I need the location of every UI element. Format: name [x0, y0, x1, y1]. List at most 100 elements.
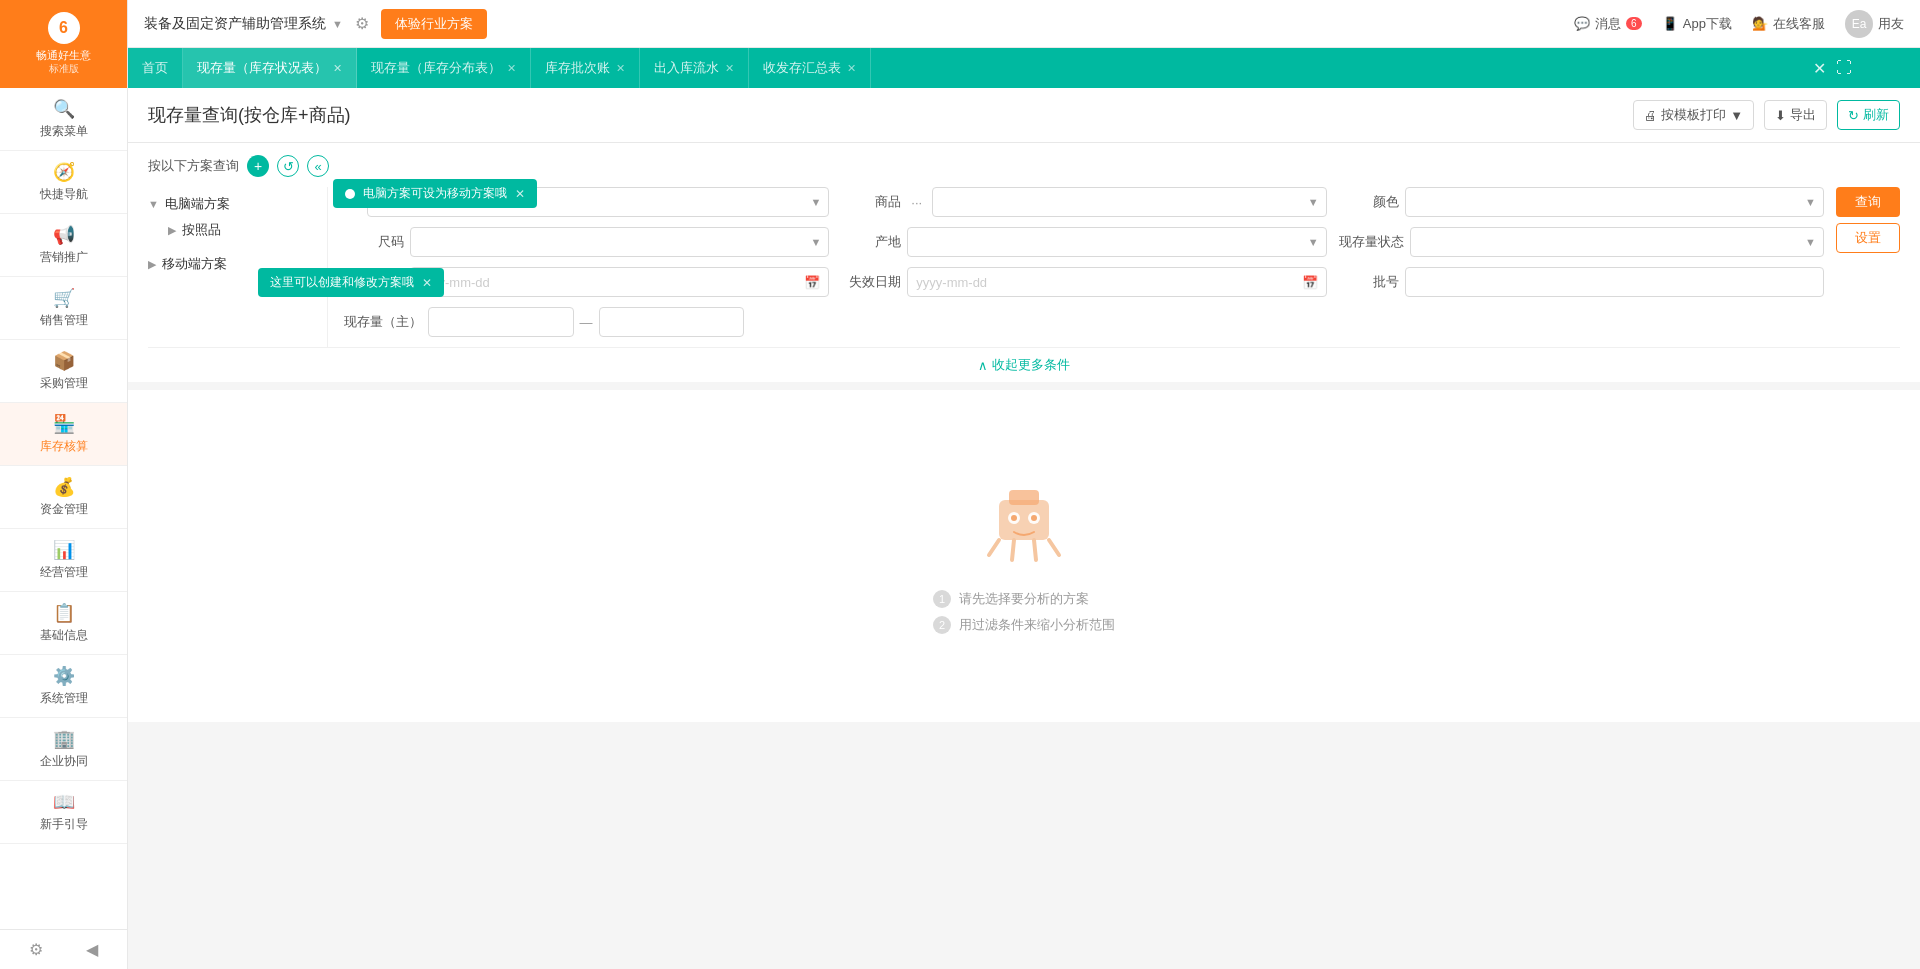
sidebar-item-label: 销售管理: [40, 312, 88, 329]
online-support-btn[interactable]: 💁 在线客服: [1752, 15, 1825, 33]
messages-btn[interactable]: 💬 消息 6: [1574, 15, 1642, 33]
export-icon: ⬇: [1775, 108, 1786, 123]
sidebar-item-label: 企业协同: [40, 753, 88, 770]
user-label: 用友: [1878, 15, 1904, 33]
sidebar-item-enterprise[interactable]: 🏢 企业协同: [0, 718, 127, 781]
search-menu-icon: 🔍: [53, 98, 75, 120]
step-2-num: 2: [933, 616, 951, 634]
header-settings-icon[interactable]: ⚙: [355, 14, 369, 33]
tooltip-pc: 电脑方案可设为移动方案哦 ✕: [333, 179, 537, 208]
experience-btn[interactable]: 体验行业方案: [381, 9, 487, 39]
tab-inventory-dist[interactable]: 现存量（库存分布表） ✕: [357, 48, 531, 88]
filter-buttons: 查询 设置: [1836, 187, 1900, 253]
filter-fields-grid: ··· ▼ 商品 ···: [344, 187, 1824, 347]
svg-line-8: [1012, 540, 1014, 560]
svg-point-4: [1011, 515, 1017, 521]
empty-step-2: 2 用过滤条件来缩小分析范围: [933, 616, 1115, 634]
sidebar-item-inventory[interactable]: 🏪 库存核算: [0, 403, 127, 466]
main-area: 装备及固定资产辅助管理系统 ▼ ⚙ 体验行业方案 💬 消息 6 📱 App下载 …: [128, 0, 1920, 969]
app-download-btn[interactable]: 📱 App下载: [1662, 15, 1732, 33]
print-icon: 🖨: [1644, 108, 1657, 123]
tab-collect-summary[interactable]: 收发存汇总表 ✕: [749, 48, 871, 88]
page-header: 现存量查询(按仓库+商品) 🖨 按模板打印 ▼ ⬇ 导出 ↻ 刷新: [128, 88, 1920, 143]
refresh-btn[interactable]: ↻ 刷新: [1837, 100, 1900, 130]
stock-main-to[interactable]: [599, 307, 745, 337]
color-label: 颜色: [1339, 193, 1399, 211]
marketing-icon: 📢: [53, 224, 75, 246]
goods-select[interactable]: [932, 187, 1326, 217]
sidebar-collapse-btn[interactable]: ◀: [86, 940, 98, 959]
tooltip-modify-close[interactable]: ✕: [422, 276, 432, 290]
sidebar: 6 畅通好生意 标准版 🔍 搜索菜单 🧭 快捷导航 📢 营销推广 🛒 销售管理 …: [0, 0, 128, 969]
print-btn[interactable]: 🖨 按模板打印 ▼: [1633, 100, 1754, 130]
filter-scheme-tree: ▼ 电脑端方案 ▶ 按照品 ▶ 移动端方案: [148, 187, 328, 347]
collapse-arrow-icon: ∧: [978, 358, 988, 373]
tab-inventory-dist-close[interactable]: ✕: [507, 62, 516, 75]
tab-inventory-batch-close[interactable]: ✕: [616, 62, 625, 75]
tab-inventory-status[interactable]: 现存量（库存状况表） ✕: [183, 48, 357, 88]
filter-title: 按以下方案查询: [148, 157, 239, 175]
sidebar-logo: 6 畅通好生意 标准版: [0, 0, 127, 88]
tab-close-all-icon[interactable]: ✕: [1813, 59, 1826, 78]
filter-add-btn[interactable]: +: [247, 155, 269, 177]
tab-inventory-batch[interactable]: 库存批次账 ✕: [531, 48, 640, 88]
scheme-tree-pc-arrow: ▼: [148, 198, 159, 210]
tab-collect-summary-close[interactable]: ✕: [847, 62, 856, 75]
messages-badge: 6: [1626, 17, 1642, 30]
tooltip-pc-close[interactable]: ✕: [515, 187, 525, 201]
filter-field-stock-status: 现存量状态 ▼: [1339, 227, 1824, 257]
sidebar-item-sales[interactable]: 🛒 销售管理: [0, 277, 127, 340]
step-1-text: 请先选择要分析的方案: [959, 590, 1089, 608]
sidebar-item-system[interactable]: ⚙️ 系统管理: [0, 655, 127, 718]
reset-btn[interactable]: 设置: [1836, 223, 1900, 253]
filter-row-1: ··· ▼ 商品 ···: [344, 187, 1824, 217]
quick-nav-icon: 🧭: [53, 161, 75, 183]
system-name: 装备及固定资产辅助管理系统: [144, 15, 326, 33]
batch-no-input[interactable]: [1405, 267, 1824, 297]
stock-main-from[interactable]: [428, 307, 574, 337]
collapse-label: 收起更多条件: [992, 356, 1070, 374]
collapse-btn[interactable]: ∧ 收起更多条件: [148, 347, 1900, 382]
tab-home[interactable]: 首页: [128, 48, 183, 88]
origin-select[interactable]: [907, 227, 1326, 257]
color-select[interactable]: [1405, 187, 1824, 217]
system-name-dropdown-icon[interactable]: ▼: [332, 18, 343, 30]
tab-inout-flow-close[interactable]: ✕: [725, 62, 734, 75]
system-icon: ⚙️: [53, 665, 75, 687]
sidebar-item-basic-info[interactable]: 📋 基础信息: [0, 592, 127, 655]
tab-fullscreen-icon[interactable]: ⛶: [1836, 59, 1852, 77]
tab-inout-flow[interactable]: 出入库流水 ✕: [640, 48, 749, 88]
stock-status-label: 现存量状态: [1339, 233, 1404, 251]
tab-collect-summary-label: 收发存汇总表: [763, 59, 841, 77]
scheme-tree-pc-child-1[interactable]: ▶ 按照品: [168, 217, 317, 243]
sidebar-item-marketing[interactable]: 📢 营销推广: [0, 214, 127, 277]
expiry-date-input[interactable]: yyyy-mm-dd 📅: [907, 267, 1326, 297]
size-select[interactable]: [410, 227, 829, 257]
export-btn[interactable]: ⬇ 导出: [1764, 100, 1827, 130]
sidebar-settings-btn[interactable]: ⚙: [29, 940, 43, 959]
sidebar-item-guide[interactable]: 📖 新手引导: [0, 781, 127, 844]
goods-label: 商品: [841, 193, 901, 211]
prod-date-input[interactable]: yyyy-mm-dd 📅: [410, 267, 829, 297]
sidebar-item-quick-nav[interactable]: 🧭 快捷导航: [0, 151, 127, 214]
enterprise-icon: 🏢: [53, 728, 75, 750]
filter-refresh-btn[interactable]: ↺: [277, 155, 299, 177]
sidebar-item-search-menu[interactable]: 🔍 搜索菜单: [0, 88, 127, 151]
stock-status-select[interactable]: [1410, 227, 1824, 257]
sidebar-item-purchase[interactable]: 📦 采购管理: [0, 340, 127, 403]
sidebar-item-finance[interactable]: 💰 资金管理: [0, 466, 127, 529]
sidebar-item-operations[interactable]: 📊 经营管理: [0, 529, 127, 592]
query-btn[interactable]: 查询: [1836, 187, 1900, 217]
user-btn[interactable]: Ea 用友: [1845, 10, 1904, 38]
filter-field-batch-no: 批号: [1339, 267, 1824, 297]
online-support-label: 在线客服: [1773, 15, 1825, 33]
scheme-tree-pc-child-label: 按照品: [182, 221, 221, 239]
tab-inventory-status-close[interactable]: ✕: [333, 62, 342, 75]
scheme-tree-pc[interactable]: ▼ 电脑端方案: [148, 191, 317, 217]
origin-label: 产地: [841, 233, 901, 251]
goods-dots[interactable]: ···: [907, 195, 926, 210]
logo-text: 畅通好生意: [36, 48, 91, 62]
tab-inventory-dist-label: 现存量（库存分布表）: [371, 59, 501, 77]
expiry-date-placeholder: yyyy-mm-dd: [916, 275, 987, 290]
filter-arrow-btn[interactable]: «: [307, 155, 329, 177]
